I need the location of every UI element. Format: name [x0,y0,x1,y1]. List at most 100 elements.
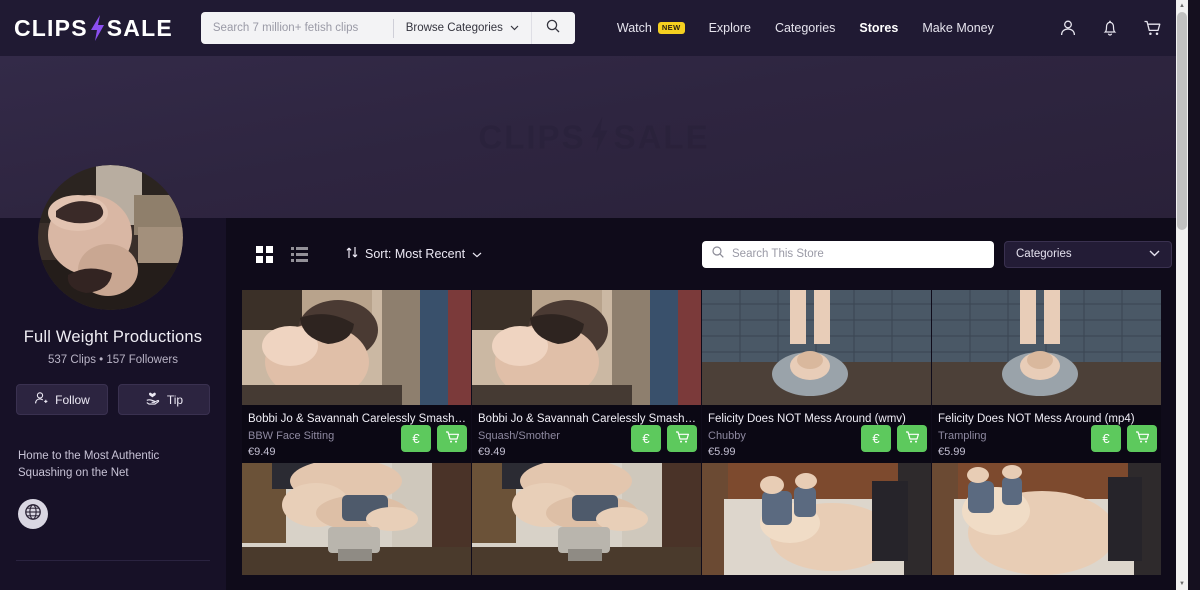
sort-dropdown[interactable]: Sort: Most Recent [346,246,482,262]
product-card[interactable]: Felicity Does NOT Mess Around (wmv) Chub… [702,290,931,463]
product-actions: € [401,425,467,452]
bell-icon[interactable] [1101,19,1119,37]
nav-item-stores[interactable]: Stores [859,21,898,35]
lightning-bolt-icon [89,15,106,41]
product-card[interactable] [242,463,471,575]
add-to-cart-button[interactable] [1127,425,1157,452]
add-to-cart-button[interactable] [437,425,467,452]
euro-icon: € [642,431,650,446]
cart-icon [675,430,690,447]
product-card[interactable]: Bobbi Jo & Savannah Carelessly Smash ...… [472,290,701,463]
search-icon [546,19,560,38]
page-scrollbar[interactable]: ▲ ▼ [1176,0,1188,590]
nav-item-make-money[interactable]: Make Money [922,21,994,35]
product-card[interactable]: Bobbi Jo & Savannah Carelessly Smash ...… [242,290,471,463]
follow-button[interactable]: Follow [16,384,108,415]
sort-arrows-icon [346,246,358,262]
website-link[interactable] [18,499,48,530]
sidebar-divider [16,560,210,561]
store-search-input[interactable] [732,248,984,260]
product-info: Bobbi Jo & Savannah Carelessly Smash ...… [472,405,701,463]
search-submit-button[interactable] [530,12,575,44]
store-description: Home to the Most Authentic Squashing on … [18,450,160,479]
product-thumbnail[interactable] [932,463,1161,575]
add-to-cart-button[interactable] [897,425,927,452]
store-content: Sort: Most Recent Categories [226,218,1188,590]
store-social-links [16,499,210,530]
watermark-lightning-bolt-icon [589,116,611,158]
product-actions: € [861,425,927,452]
sort-label: Sort: Most Recent [365,247,466,261]
user-icon[interactable] [1059,19,1077,37]
content-toolbar: Sort: Most Recent Categories [242,218,1172,290]
view-toggle-group [256,245,308,263]
grid-view-icon[interactable] [256,245,273,263]
store-sidebar: Full Weight Productions 537 Clips • 157 … [0,165,226,590]
chevron-down-icon [472,247,482,261]
product-thumbnail[interactable] [702,463,931,575]
buy-price-button[interactable]: € [631,425,661,452]
product-thumbnail[interactable] [242,290,471,405]
cart-icon [445,430,460,447]
nav-item-watch[interactable]: Watch NEW [617,21,685,35]
watermark-text-sale: SALE [613,118,710,155]
search-icon [712,245,724,263]
cart-icon [1135,430,1150,447]
search-input[interactable] [200,12,393,44]
nav-item-categories[interactable]: Categories [775,21,835,35]
watermark-text-clips: CLIPS [478,118,586,155]
product-thumbnail[interactable] [932,290,1161,405]
product-card[interactable] [472,463,701,575]
product-card[interactable]: Felicity Does NOT Mess Around (mp4) Tram… [932,290,1161,463]
nav-label-watch: Watch [616,21,652,35]
main-navigation: Watch NEW Explore Categories Stores Make… [617,21,994,35]
tip-button[interactable]: Tip [118,384,210,415]
banner-watermark-logo: CLIPS SALE [478,116,710,158]
user-plus-icon [34,391,48,408]
product-card[interactable] [932,463,1161,575]
global-search-bar: Browse Categories [200,12,575,44]
follow-label: Follow [55,392,90,407]
product-card[interactable] [702,463,931,575]
browse-categories-label: Browse Categories [405,22,503,34]
product-grid-row-1: Bobbi Jo & Savannah Carelessly Smash ...… [242,290,1172,463]
product-thumbnail[interactable] [702,290,931,405]
cart-icon[interactable] [1143,19,1162,37]
product-thumbnail[interactable] [472,290,701,405]
cart-icon [905,430,920,447]
product-info: Bobbi Jo & Savannah Carelessly Smash ...… [242,405,471,463]
product-info: Felicity Does NOT Mess Around (mp4) Tram… [932,405,1161,463]
scrollbar-thumb[interactable] [1177,12,1187,230]
categories-filter-label: Categories [1016,248,1072,260]
site-logo[interactable]: CLIPS SALE [14,15,173,42]
buy-price-button[interactable]: € [861,425,891,452]
chevron-down-icon [510,22,519,34]
avatar[interactable] [38,165,183,310]
categories-filter-dropdown[interactable]: Categories [1004,240,1172,268]
scroll-up-arrow-icon[interactable]: ▲ [1176,0,1188,12]
nav-item-explore[interactable]: Explore [709,21,751,35]
store-action-buttons: Follow Tip [16,384,210,415]
product-title: Bobbi Jo & Savannah Carelessly Smash ... [478,413,696,425]
new-badge: NEW [657,22,685,34]
browse-categories-dropdown[interactable]: Browse Categories [394,22,531,34]
product-thumbnail[interactable] [242,463,471,575]
product-grid-row-2 [242,463,1172,575]
globe-icon [24,503,42,526]
product-thumbnail[interactable] [472,463,701,575]
product-actions: € [1091,425,1157,452]
euro-icon: € [1102,431,1110,446]
euro-icon: € [872,431,880,446]
store-page: CLIPS SALE Browse Categories [0,0,1188,590]
add-to-cart-button[interactable] [667,425,697,452]
product-info: Felicity Does NOT Mess Around (wmv) Chub… [702,405,931,463]
scroll-down-arrow-icon[interactable]: ▼ [1176,578,1188,590]
product-title: Felicity Does NOT Mess Around (wmv) [708,413,906,425]
buy-price-button[interactable]: € [401,425,431,452]
page-title: Full Weight Productions [23,328,203,346]
euro-icon: € [412,431,420,446]
chevron-down-icon [1149,248,1160,260]
site-header: CLIPS SALE Browse Categories [0,0,1188,56]
buy-price-button[interactable]: € [1091,425,1121,452]
list-view-icon[interactable] [291,246,308,263]
